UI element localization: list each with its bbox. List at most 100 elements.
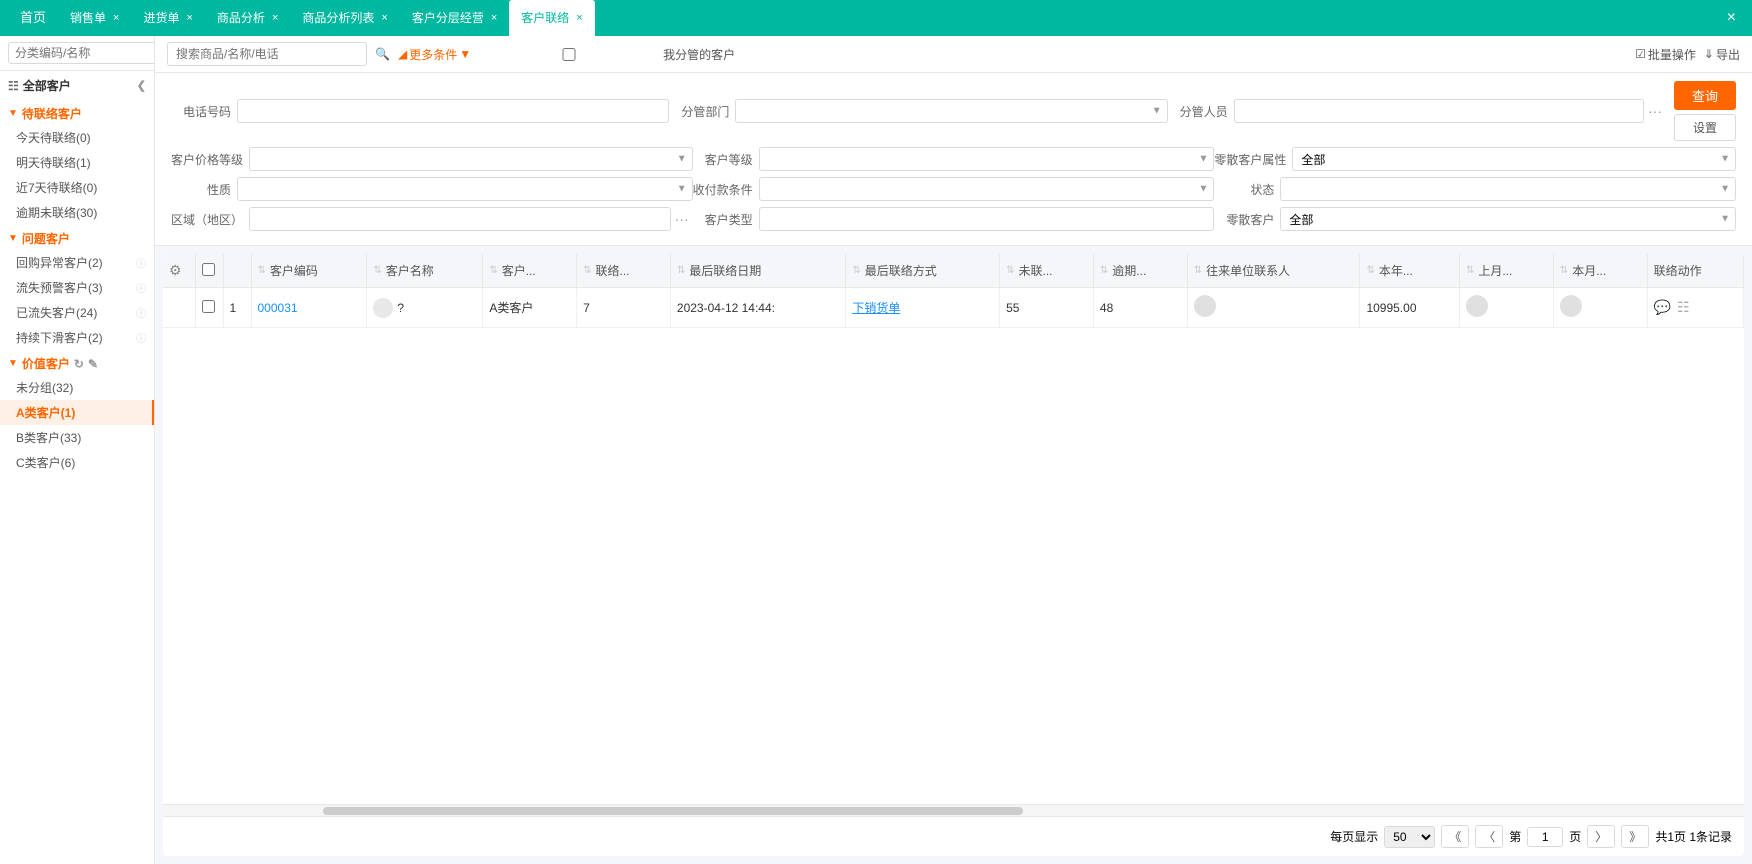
filter-price-level-input[interactable] [249,147,693,171]
horizontal-scrollbar[interactable] [163,804,1744,816]
first-page-button[interactable]: 《 [1441,825,1469,848]
sort-handle-this-month[interactable]: ⇅ [1560,265,1568,276]
filter-manager-input-wrap: ··· [1234,99,1666,123]
edit-icon[interactable]: ✎ [88,357,98,371]
sidebar-item-ungrouped[interactable]: 未分组(32) [0,375,154,400]
close-tab-product-analysis-list[interactable]: × [381,0,387,36]
filter-dept-input[interactable] [735,99,1167,123]
td-customer-code[interactable]: 000031 [251,288,367,328]
td-customer-type: A类客户 [483,288,577,328]
nav-tab-sales[interactable]: 销售单 × [58,0,131,36]
select-all-checkbox[interactable] [202,263,215,276]
filter-bar: 🔍 ◢ 更多条件 ▼ 我分管的客户 ☑ 批量操作 ⇓ 导出 [155,36,1752,73]
sidebar-item-today-contact[interactable]: 今天待联络(0) [0,125,154,150]
filter-retail-customer-wrap: ▼ [1280,207,1736,231]
sort-handle-unit[interactable]: ⇅ [1194,265,1202,276]
filter-nature-wrap: ▼ [237,177,693,201]
filter-payment-input[interactable] [759,177,1215,201]
td-this-month [1553,288,1647,328]
sidebar-search-area: 🔍 [0,36,154,71]
prev-page-button[interactable]: 〈 [1475,825,1503,848]
sort-handle-last-month[interactable]: ⇅ [1466,265,1474,276]
value-customers-group: ▼ 价值客户 ↻ ✎ [0,350,154,375]
info-icon-declining: ⓘ [136,330,146,345]
sort-handle-name[interactable]: ⇅ [373,265,381,276]
filter-phone-input[interactable] [237,99,669,123]
sidebar-item-class-c[interactable]: C类客户(6) [0,450,154,475]
filter-region-label: 区域（地区） [171,211,243,228]
th-check [195,254,223,288]
next-page-button[interactable]: 〉 [1587,825,1615,848]
sidebar-item-class-a[interactable]: A类客户(1) [0,400,154,425]
search-button[interactable]: 🔍 [375,47,390,61]
sidebar-item-declining[interactable]: 持续下滑客户(2) ⓘ [0,325,154,350]
td-customer-name[interactable]: ? [367,288,483,328]
nav-tab-product-analysis-list[interactable]: 商品分析列表 × [290,0,399,36]
sidebar-item-tomorrow-contact[interactable]: 明天待联络(1) [0,150,154,175]
per-page-select[interactable]: 50 100 200 [1384,826,1435,848]
batch-op-button[interactable]: ☑ 批量操作 [1635,46,1696,63]
sort-handle-overdue[interactable]: ⇅ [1100,265,1108,276]
sidebar-item-7day-contact[interactable]: 近7天待联络(0) [0,175,154,200]
sort-handle-count[interactable]: ⇅ [583,265,591,276]
setting-button[interactable]: 设置 [1674,114,1736,141]
manager-dots-button[interactable]: ··· [1644,99,1666,123]
nav-tab-product-analysis[interactable]: 商品分析 × [205,0,290,36]
filter-retail-customer-input[interactable] [1280,207,1736,231]
last-page-button[interactable]: 》 [1621,825,1649,848]
pending-contact-group: ▼ 待联络客户 [0,100,154,125]
filter-region-input[interactable] [249,207,671,231]
filter-nature-input[interactable] [237,177,693,201]
close-tab-sales[interactable]: × [113,0,119,36]
nav-home[interactable]: 首页 [8,0,58,36]
chat-icon[interactable]: 💬 [1654,299,1671,316]
query-button[interactable]: 查询 [1674,81,1736,110]
export-button[interactable]: ⇓ 导出 [1704,46,1740,63]
table-area: ⚙ ⇅ 客户编码 [163,254,1744,856]
filter-customer-type-label: 客户类型 [693,211,753,228]
page-input[interactable] [1527,827,1563,847]
filter-actions-col: 查询 设置 [1674,81,1736,141]
search-input[interactable] [167,42,367,66]
nav-tab-purchase[interactable]: 进货单 × [131,0,204,36]
sort-handle-not-contacted[interactable]: ⇅ [1006,265,1014,276]
grid-action-icon[interactable]: ☷ [1677,299,1690,316]
nav-tab-customer-contact[interactable]: 客户联络 × [509,0,594,36]
my-customer-checkbox[interactable] [479,48,659,61]
scrollbar-thumb[interactable] [323,807,1023,815]
window-close-button[interactable]: × [1719,9,1744,27]
sidebar-item-repurchase-abnormal[interactable]: 回购异常客户(2) ⓘ [0,250,154,275]
filter-phone-label: 电话号码 [171,103,231,120]
sidebar-item-overdue-contact[interactable]: 逾期未联络(30) [0,200,154,225]
sidebar-item-churn-warning[interactable]: 流失预警客户(3) ⓘ [0,275,154,300]
sidebar-item-churned[interactable]: 已流失客户(24) ⓘ [0,300,154,325]
my-customer-checkbox-label[interactable]: 我分管的客户 [479,46,735,63]
sidebar-search-input[interactable] [8,42,155,64]
filter-manager: 分管人员 ··· [1168,99,1666,123]
sort-handle-method[interactable]: ⇅ [852,265,860,276]
sort-handle-date[interactable]: ⇅ [677,265,685,276]
sort-handle-code[interactable]: ⇅ [258,265,266,276]
td-last-contact-method[interactable]: 下销货单 [846,288,1000,328]
region-dots-button[interactable]: ··· [671,207,693,231]
filter-dept: 分管部门 ▼ [669,99,1167,123]
sidebar-item-class-b[interactable]: B类客户(33) [0,425,154,450]
close-tab-customer-tier[interactable]: × [491,0,497,36]
sort-handle-type[interactable]: ⇅ [489,265,497,276]
more-filter-button[interactable]: ◢ 更多条件 ▼ [398,46,471,63]
column-setting-gear-button[interactable]: ⚙ [169,262,182,279]
filter-customer-type-input[interactable] [759,207,1215,231]
filter-customer-level-input[interactable] [759,147,1215,171]
row-checkbox[interactable] [202,300,215,313]
close-tab-purchase[interactable]: × [186,0,192,36]
close-tab-product-analysis[interactable]: × [272,0,278,36]
refresh-icon[interactable]: ↻ [74,357,84,371]
sort-handle-year[interactable]: ⇅ [1366,265,1374,276]
th-last-contact-method: ⇅ 最后联络方式 [846,254,1000,288]
filter-manager-input[interactable] [1234,99,1644,123]
close-tab-customer-contact[interactable]: × [576,0,582,36]
filter-status-input[interactable] [1280,177,1736,201]
all-customers-header[interactable]: ☷ 全部客户 ❮ [0,71,154,100]
nav-tab-customer-tier[interactable]: 客户分层经营 × [400,0,509,36]
filter-retail-attr-input[interactable] [1292,147,1736,171]
